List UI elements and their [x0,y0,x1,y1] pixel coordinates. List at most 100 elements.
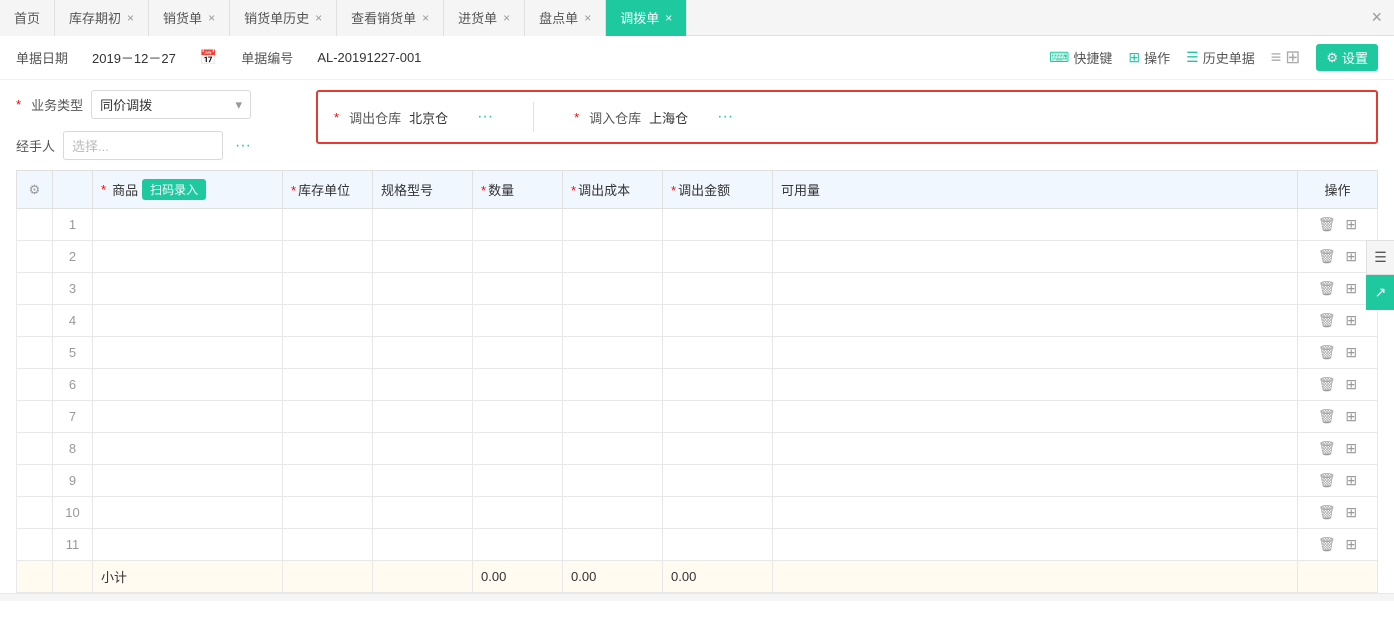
row-product-5[interactable] [93,337,283,369]
copy-icon-8[interactable]: ⊞ [1345,440,1357,456]
list-view-icon[interactable]: ≡ [1271,47,1282,68]
row-spec-2[interactable] [373,241,473,273]
row-unit-9[interactable] [283,465,373,497]
delete-icon-11[interactable]: 🗑 [1318,536,1336,552]
delete-icon-8[interactable]: 🗑 [1318,440,1336,456]
tab-inventory-check[interactable]: 盘点单 × [525,0,606,36]
row-cost-1[interactable] [563,209,663,241]
tab-sales-history-close[interactable]: × [315,11,322,25]
row-spec-6[interactable] [373,369,473,401]
window-close-button[interactable]: × [1359,0,1394,36]
copy-icon-10[interactable]: ⊞ [1345,504,1357,520]
row-qty-6[interactable] [473,369,563,401]
warehouse-in-more[interactable]: ··· [717,108,733,126]
warehouse-out-more[interactable]: ··· [477,108,493,126]
delete-icon-6[interactable]: 🗑 [1318,376,1336,392]
row-cost-5[interactable] [563,337,663,369]
row-product-3[interactable] [93,273,283,305]
history-button[interactable]: ☰ 历史单据 [1186,48,1255,67]
copy-icon-1[interactable]: ⊞ [1345,216,1357,232]
row-spec-11[interactable] [373,529,473,561]
tab-transfer-close[interactable]: × [665,11,672,25]
row-unit-8[interactable] [283,433,373,465]
row-spec-5[interactable] [373,337,473,369]
copy-icon-5[interactable]: ⊞ [1345,344,1357,360]
row-product-2[interactable] [93,241,283,273]
row-unit-7[interactable] [283,401,373,433]
tab-view-sales[interactable]: 查看销货单 × [337,0,444,36]
row-qty-3[interactable] [473,273,563,305]
tab-purchase[interactable]: 进货单 × [444,0,525,36]
tab-home[interactable]: 首页 [0,0,55,36]
row-cost-9[interactable] [563,465,663,497]
row-qty-5[interactable] [473,337,563,369]
row-unit-5[interactable] [283,337,373,369]
row-amount-11[interactable] [663,529,773,561]
calendar-icon[interactable]: 📅 [200,49,217,66]
row-unit-2[interactable] [283,241,373,273]
row-cost-10[interactable] [563,497,663,529]
delete-icon-7[interactable]: 🗑 [1318,408,1336,424]
delete-icon-3[interactable]: 🗑 [1318,280,1336,296]
horizontal-scrollbar[interactable] [0,593,1394,601]
copy-icon-6[interactable]: ⊞ [1345,376,1357,392]
row-qty-8[interactable] [473,433,563,465]
copy-icon-4[interactable]: ⊞ [1345,312,1357,328]
warehouse-in-value[interactable]: 上海仓 [649,108,709,127]
warehouse-out-value[interactable]: 北京仓 [409,108,469,127]
row-product-7[interactable] [93,401,283,433]
row-amount-4[interactable] [663,305,773,337]
side-expand-icon[interactable]: ↗ [1366,275,1394,310]
copy-icon-9[interactable]: ⊞ [1345,472,1357,488]
row-spec-4[interactable] [373,305,473,337]
grid-view-icon[interactable]: ⊞ [1285,47,1300,68]
tab-inventory-init[interactable]: 库存期初 × [55,0,149,36]
row-qty-1[interactable] [473,209,563,241]
row-amount-5[interactable] [663,337,773,369]
tab-sales-history[interactable]: 销货单历史 × [230,0,337,36]
row-qty-11[interactable] [473,529,563,561]
copy-icon-11[interactable]: ⊞ [1345,536,1357,552]
side-list-icon[interactable]: ☰ [1366,240,1394,275]
biz-type-select[interactable]: 同价调拨 ▾ [91,90,251,119]
handler-more-icon[interactable]: ··· [235,137,251,155]
row-product-9[interactable] [93,465,283,497]
row-product-4[interactable] [93,305,283,337]
row-qty-4[interactable] [473,305,563,337]
row-qty-10[interactable] [473,497,563,529]
row-spec-1[interactable] [373,209,473,241]
tab-sales-order[interactable]: 销货单 × [149,0,230,36]
row-product-8[interactable] [93,433,283,465]
delete-icon-1[interactable]: 🗑 [1318,216,1336,232]
ops-button[interactable]: ⊞ 操作 [1128,48,1170,67]
row-qty-2[interactable] [473,241,563,273]
delete-icon-2[interactable]: 🗑 [1318,248,1336,264]
handler-select[interactable]: 选择... [63,131,223,160]
row-unit-11[interactable] [283,529,373,561]
row-amount-7[interactable] [663,401,773,433]
row-unit-1[interactable] [283,209,373,241]
scan-barcode-button[interactable]: 扫码录入 [142,179,206,200]
gear-settings-icon[interactable]: ⚙ [29,182,41,197]
row-spec-9[interactable] [373,465,473,497]
row-amount-10[interactable] [663,497,773,529]
row-amount-6[interactable] [663,369,773,401]
tab-purchase-close[interactable]: × [503,11,510,25]
row-cost-4[interactable] [563,305,663,337]
shortcuts-button[interactable]: ⌨ 快捷键 [1049,48,1112,67]
row-product-6[interactable] [93,369,283,401]
delete-icon-10[interactable]: 🗑 [1318,504,1336,520]
row-product-10[interactable] [93,497,283,529]
delete-icon-4[interactable]: 🗑 [1318,312,1336,328]
delete-icon-9[interactable]: 🗑 [1318,472,1336,488]
tab-inventory-init-close[interactable]: × [127,11,134,25]
row-spec-8[interactable] [373,433,473,465]
copy-icon-3[interactable]: ⊞ [1345,280,1357,296]
row-unit-3[interactable] [283,273,373,305]
row-cost-2[interactable] [563,241,663,273]
tab-view-sales-close[interactable]: × [422,11,429,25]
tab-transfer[interactable]: 调拨单 × [606,0,687,36]
row-spec-7[interactable] [373,401,473,433]
header-gear[interactable]: ⚙ [17,171,53,209]
copy-icon-2[interactable]: ⊞ [1345,248,1357,264]
